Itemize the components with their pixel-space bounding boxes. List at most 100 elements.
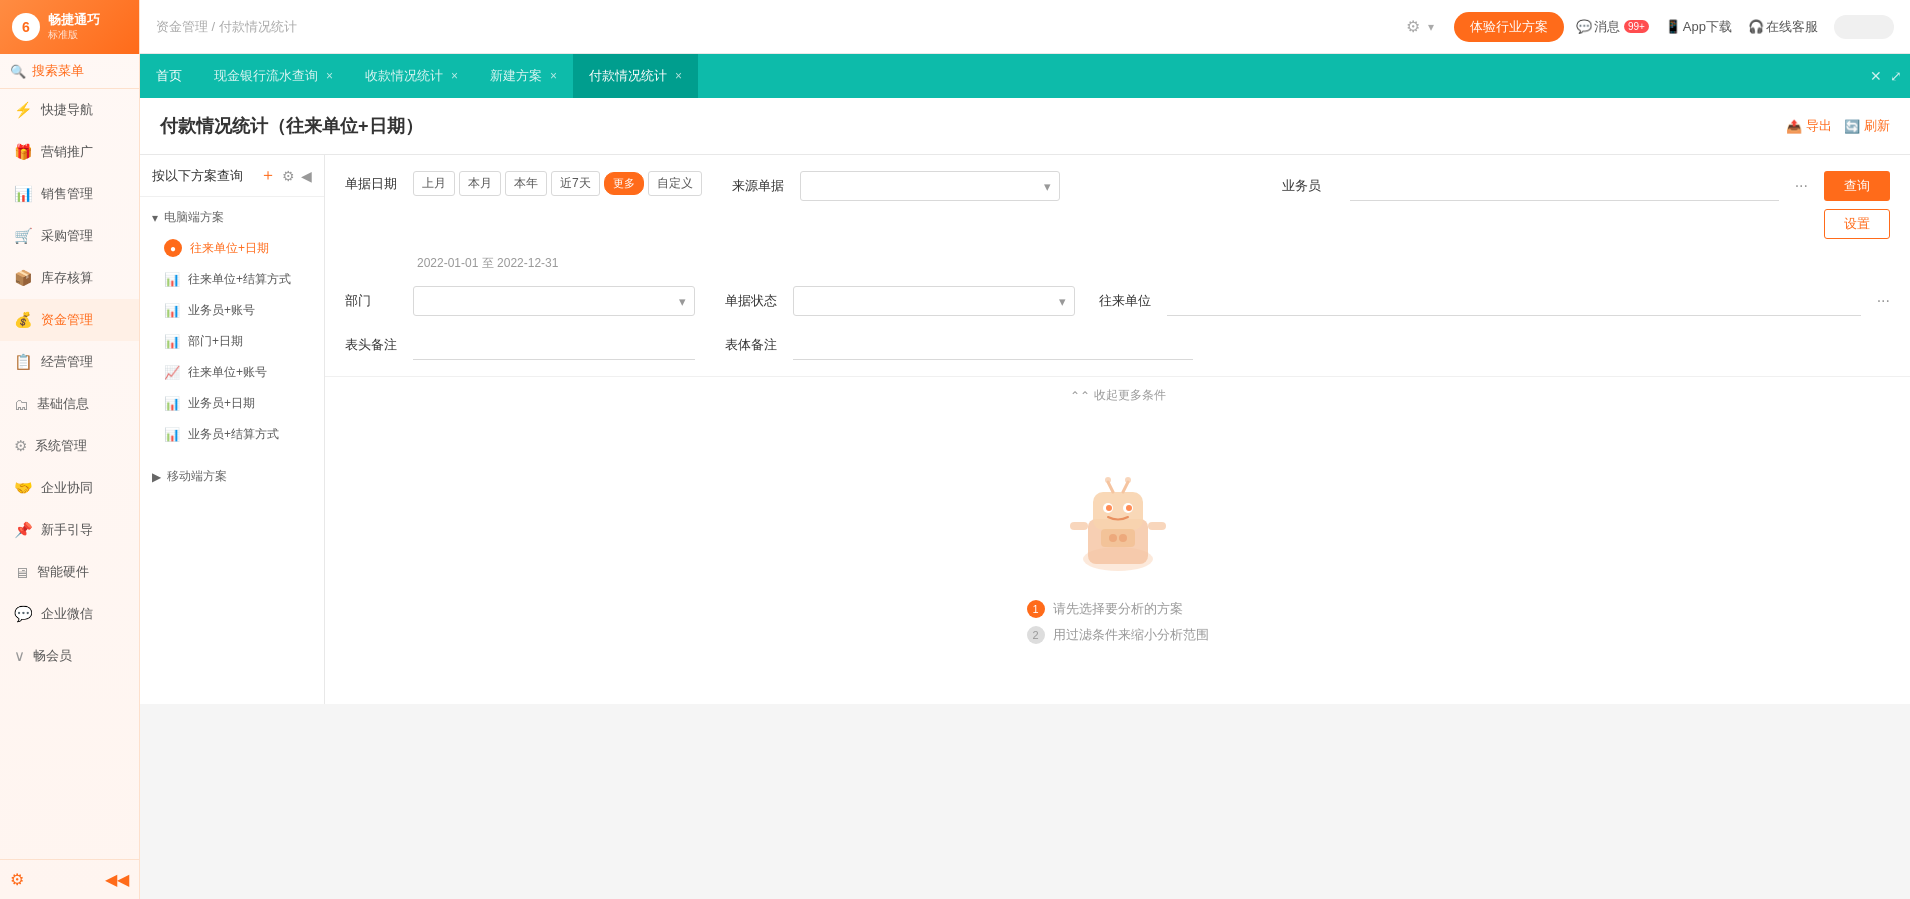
sidebar-item-guide[interactable]: 📌 新手引导 xyxy=(0,509,139,551)
salesperson-input[interactable] xyxy=(1350,171,1779,201)
chevron-down-icon: ▾ xyxy=(152,211,158,225)
sidebar-item-cooperation[interactable]: 🤝 企业协同 xyxy=(0,467,139,509)
scheme-item-staff-account[interactable]: 📊 业务员+账号 xyxy=(140,295,324,326)
scheme-group-label: 移动端方案 xyxy=(167,468,227,485)
trial-button[interactable]: 体验行业方案 xyxy=(1454,12,1564,42)
sales-icon: 📊 xyxy=(14,185,33,203)
salesperson-more-icon[interactable]: ··· xyxy=(1795,177,1808,195)
this-year-btn[interactable]: 本年 xyxy=(505,171,547,196)
tab-new-scheme[interactable]: 新建方案 × xyxy=(474,54,573,98)
app-download-label: App下载 xyxy=(1683,18,1732,36)
sidebar-item-operation[interactable]: 📋 经营管理 xyxy=(0,341,139,383)
scheme-item-label: 部门+日期 xyxy=(188,333,243,350)
this-month-btn[interactable]: 本月 xyxy=(459,171,501,196)
sidebar-item-label: 畅会员 xyxy=(33,647,72,665)
hint-number-2: 2 xyxy=(1027,626,1045,644)
tab-close-icon[interactable]: × xyxy=(675,69,682,83)
app-download-area[interactable]: 📱 App下载 xyxy=(1665,18,1732,36)
body-note-input[interactable] xyxy=(793,330,1193,360)
sidebar-item-purchase[interactable]: 🛒 采购管理 xyxy=(0,215,139,257)
online-service-area[interactable]: 🎧 在线客服 xyxy=(1748,18,1818,36)
tab-receipt-stats[interactable]: 收款情况统计 × xyxy=(349,54,474,98)
scheme-item-partner-account[interactable]: 📈 往来单位+账号 xyxy=(140,357,324,388)
refresh-button[interactable]: 🔄 刷新 xyxy=(1844,117,1890,135)
content-with-sidebar: 按以下方案查询 ＋ ⚙ ◀ ▾ 电脑端方案 ● 往来单位+日期 xyxy=(140,155,1910,704)
doc-status-select-arrow: ▾ xyxy=(1059,294,1066,309)
scheme-collapse-icon[interactable]: ◀ xyxy=(301,168,312,184)
sidebar-item-system[interactable]: ⚙ 系统管理 xyxy=(0,425,139,467)
more-dates-btn[interactable]: 更多 xyxy=(604,172,644,195)
source-filter-group: 来源单据 ▾ xyxy=(732,171,1258,201)
custom-date-btn[interactable]: 自定义 xyxy=(648,171,702,196)
message-icon-area[interactable]: 💬 消息 99+ xyxy=(1576,18,1649,36)
scheme-item-partner-payment[interactable]: 📊 往来单位+结算方式 xyxy=(140,264,324,295)
settings-bottom-icon[interactable]: ⚙ xyxy=(10,870,24,889)
sidebar: 6 畅捷通巧 标准版 🔍 搜索菜单 ⚡ 快捷导航 🎁 营销推广 📊 销售管理 🛒… xyxy=(0,0,140,899)
scheme-item-label: 往来单位+账号 xyxy=(188,364,267,381)
export-button[interactable]: 📤 导出 xyxy=(1786,117,1832,135)
tab-close-icon[interactable]: × xyxy=(326,69,333,83)
logo-text: 畅捷通巧 xyxy=(48,12,100,28)
active-scheme-dot: ● xyxy=(164,239,182,257)
close-window-icon[interactable]: ✕ xyxy=(1870,68,1882,84)
scheme-settings-icon[interactable]: ⚙ xyxy=(282,168,295,184)
collapse-bar[interactable]: ⌃⌃ 收起更多条件 xyxy=(325,376,1910,414)
operation-icon: 📋 xyxy=(14,353,33,371)
scheme-group-label: 电脑端方案 xyxy=(164,209,224,226)
member-icon: ∨ xyxy=(14,647,25,665)
scheme-group-desktop-title[interactable]: ▾ 电脑端方案 xyxy=(140,203,324,232)
sidebar-item-member[interactable]: ∨ 畅会员 xyxy=(0,635,139,677)
sidebar-item-finance[interactable]: 💰 资金管理 xyxy=(0,299,139,341)
sidebar-item-label: 库存核算 xyxy=(41,269,93,287)
guide-icon: 📌 xyxy=(14,521,33,539)
last-7-days-btn[interactable]: 近7天 xyxy=(551,171,600,196)
query-button[interactable]: 查询 xyxy=(1824,171,1890,201)
svg-point-7 xyxy=(1106,505,1112,511)
user-avatar[interactable] xyxy=(1834,15,1894,39)
partner-more-icon[interactable]: ··· xyxy=(1877,292,1890,310)
logo-sub: 标准版 xyxy=(48,28,100,42)
sidebar-item-quick-nav[interactable]: ⚡ 快捷导航 xyxy=(0,89,139,131)
collapse-sidebar-icon[interactable]: ◀◀ xyxy=(105,870,129,889)
sidebar-item-marketing[interactable]: 🎁 营销推广 xyxy=(0,131,139,173)
tab-close-icon[interactable]: × xyxy=(451,69,458,83)
header-note-input[interactable] xyxy=(413,330,695,360)
maximize-window-icon[interactable]: ⤢ xyxy=(1890,68,1902,84)
sidebar-item-sales[interactable]: 📊 销售管理 xyxy=(0,173,139,215)
tab-bank-flow[interactable]: 现金银行流水查询 × xyxy=(198,54,349,98)
purchase-icon: 🛒 xyxy=(14,227,33,245)
system-icon: ⚙ xyxy=(14,437,27,455)
dropdown-arrow-icon[interactable]: ▾ xyxy=(1428,20,1434,34)
sidebar-item-basic-info[interactable]: 🗂 基础信息 xyxy=(0,383,139,425)
search-menu-item[interactable]: 🔍 搜索菜单 xyxy=(0,54,139,89)
tab-payment-stats[interactable]: 付款情况统计 × xyxy=(573,54,698,98)
partner-input[interactable] xyxy=(1167,286,1861,316)
sidebar-item-label: 采购管理 xyxy=(41,227,93,245)
header-icons: 💬 消息 99+ 📱 App下载 🎧 在线客服 xyxy=(1576,15,1894,39)
tab-close-icon[interactable]: × xyxy=(550,69,557,83)
scheme-item-dept-date[interactable]: 📊 部门+日期 xyxy=(140,326,324,357)
source-select[interactable]: ▾ xyxy=(800,171,1060,201)
chevron-right-icon: ▶ xyxy=(152,470,161,484)
sidebar-item-hardware[interactable]: 🖥 智能硬件 xyxy=(0,551,139,593)
top-header: 资金管理 / 付款情况统计 ⚙ ▾ 体验行业方案 💬 消息 99+ 📱 App下… xyxy=(140,0,1910,54)
scheme-group-mobile-title[interactable]: ▶ 移动端方案 xyxy=(140,462,324,491)
dept-select[interactable]: ▾ xyxy=(413,286,695,316)
date-filter-group: 单据日期 上月 本月 本年 近7天 更多 自定义 xyxy=(345,171,702,196)
sidebar-item-inventory[interactable]: 📦 库存核算 xyxy=(0,257,139,299)
scheme-item-staff-payment[interactable]: 📊 业务员+结算方式 xyxy=(140,419,324,450)
source-select-arrow: ▾ xyxy=(1044,179,1051,194)
doc-status-select[interactable]: ▾ xyxy=(793,286,1075,316)
tab-home[interactable]: 首页 xyxy=(140,54,198,98)
scheme-add-icon[interactable]: ＋ xyxy=(260,165,276,186)
settings-gear-icon[interactable]: ⚙ xyxy=(1406,17,1420,36)
sidebar-item-wechat[interactable]: 💬 企业微信 xyxy=(0,593,139,635)
svg-point-15 xyxy=(1119,534,1127,542)
filter-settings-button[interactable]: 设置 xyxy=(1824,209,1890,239)
scheme-item-partner-date[interactable]: ● 往来单位+日期 xyxy=(140,232,324,264)
sidebar-nav: ⚡ 快捷导航 🎁 营销推广 📊 销售管理 🛒 采购管理 📦 库存核算 💰 资金管… xyxy=(0,89,139,859)
scheme-item-staff-date[interactable]: 📊 业务员+日期 xyxy=(140,388,324,419)
scheme-item-label: 往来单位+日期 xyxy=(190,240,269,257)
last-month-btn[interactable]: 上月 xyxy=(413,171,455,196)
scheme-item-label: 业务员+结算方式 xyxy=(188,426,279,443)
